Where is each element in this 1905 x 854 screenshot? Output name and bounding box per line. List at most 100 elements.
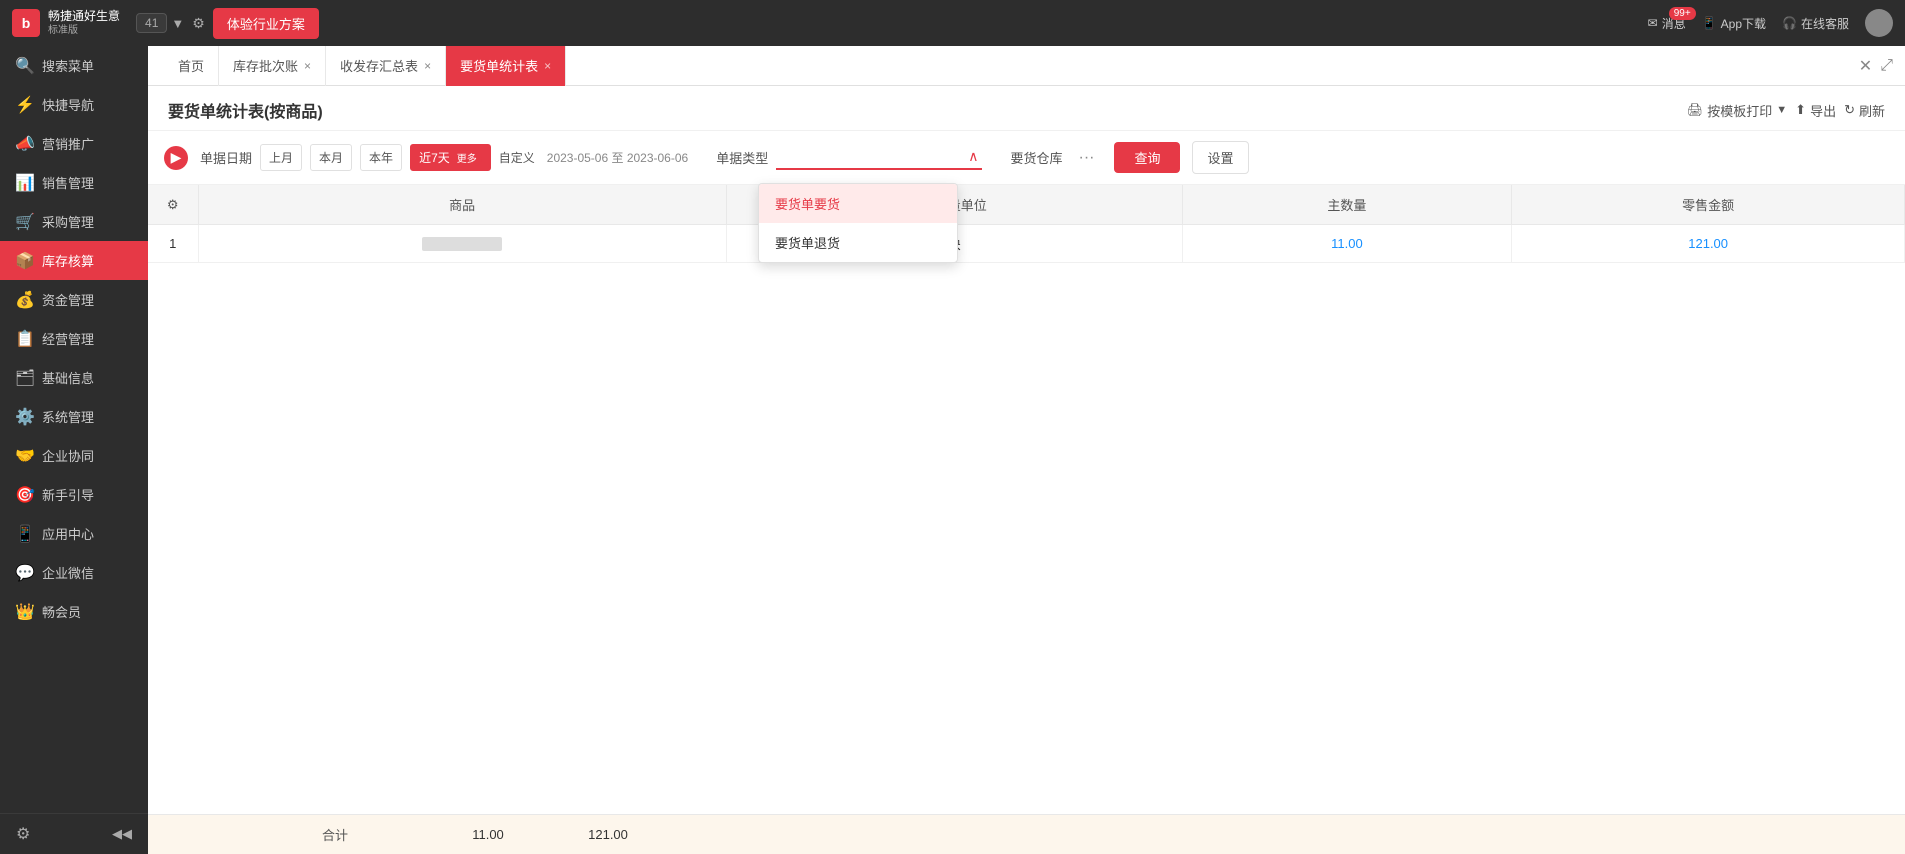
sidebar-item-inventory[interactable]: 📦 库存核算 (0, 241, 148, 280)
sidebar-settings-icon[interactable]: ⚙ (16, 824, 30, 844)
online-service-icon: 🎧 (1782, 16, 1797, 30)
page-header-actions: 🖨 按模板打印 ▼ ⬆ 导出 ↻ 刷新 (1687, 101, 1885, 120)
sidebar-item-system[interactable]: ⚙️ 系统管理 (0, 397, 148, 436)
date-btn-recent7[interactable]: 近7天更多 (410, 144, 491, 171)
app-version: 标准版 (48, 24, 120, 37)
tab-maximize-button[interactable]: ⤢ (1880, 57, 1893, 75)
sidebar-label-operations: 经营管理 (42, 329, 94, 348)
table-footer: 合计 11.00 121.00 (148, 814, 1905, 854)
table-body: 1 块 11.00 121.00 (148, 225, 1905, 263)
date-filter-group: 单据日期 上月 本月 本年 近7天更多 自定义 (200, 144, 535, 171)
dropdown-item-order-goods[interactable]: 要货单要货 (759, 184, 957, 223)
avatar[interactable] (1865, 9, 1893, 37)
tab-extra: ✕ ⤢ (1859, 56, 1905, 76)
trial-button[interactable]: 体验行业方案 (213, 8, 319, 39)
sidebar-label-purchase: 采购管理 (42, 212, 94, 231)
sidebar-item-shortcut[interactable]: ⚡ 快捷导航 (0, 85, 148, 124)
sidebar-item-guide[interactable]: 🎯 新手引导 (0, 475, 148, 514)
sidebar-bottom: ⚙ ◀◀ (0, 813, 148, 854)
export-button[interactable]: ⬆ 导出 (1795, 101, 1836, 120)
app-download-item[interactable]: 📱 App下载 (1702, 15, 1766, 32)
app-center-icon: 📱 (16, 525, 34, 543)
th-amount: 零售金额 (1512, 185, 1905, 225)
tab-home-label: 首页 (178, 56, 204, 75)
date-btn-this-month[interactable]: 本月 (310, 144, 352, 171)
company-dropdown-arrow[interactable]: ▼ (171, 16, 184, 31)
guide-icon: 🎯 (16, 486, 34, 504)
sidebar-collapse-icon[interactable]: ◀◀ (112, 826, 132, 842)
sidebar-label-system: 系统管理 (42, 407, 94, 426)
system-icon: ⚙️ (16, 408, 34, 426)
date-btn-this-year[interactable]: 本年 (360, 144, 402, 171)
tab-home[interactable]: 首页 (164, 46, 219, 86)
refresh-icon: ↻ (1844, 102, 1855, 118)
tab-inventory-batch-close[interactable]: × (304, 59, 311, 73)
message-item[interactable]: ✉ 消息 99+ (1648, 15, 1686, 32)
logo-icon: b (12, 9, 40, 37)
sidebar-label-member: 畅会员 (42, 602, 81, 621)
query-button[interactable]: 查询 (1114, 142, 1180, 173)
tab-order-stats-close[interactable]: × (544, 59, 551, 73)
filter-expand-button[interactable]: ▶ (164, 146, 188, 170)
online-service-item[interactable]: 🎧 在线客服 (1782, 15, 1849, 32)
sidebar-item-search[interactable]: 🔍 搜索菜单 (0, 46, 148, 85)
cell-quantity[interactable]: 11.00 (1182, 225, 1512, 263)
company-id[interactable]: 41 (136, 13, 167, 33)
filter-settings-button[interactable]: 设置 (1192, 141, 1248, 174)
sidebar-item-sales[interactable]: 📊 销售管理 (0, 163, 148, 202)
message-icon: ✉ (1648, 16, 1658, 30)
sidebar-label-basic-info: 基础信息 (42, 368, 94, 387)
refresh-button[interactable]: ↻ 刷新 (1844, 101, 1885, 120)
cell-amount[interactable]: 121.00 (1512, 225, 1905, 263)
print-button[interactable]: 🖨 按模板打印 ▼ (1687, 101, 1787, 120)
sidebar-label-sales: 销售管理 (42, 173, 94, 192)
tab-receive-summary[interactable]: 收发存汇总表 × (326, 46, 446, 86)
sidebar-item-member[interactable]: 👑 畅会员 (0, 592, 148, 631)
type-select-wrapper[interactable]: ∧ (776, 145, 982, 170)
th-settings[interactable]: ⚙ (148, 185, 198, 225)
sidebar-item-basic-info[interactable]: 🗂 基础信息 (0, 358, 148, 397)
sidebar-item-operations[interactable]: 📋 经营管理 (0, 319, 148, 358)
date-custom-btn[interactable]: 自定义 (499, 149, 535, 166)
sidebar-item-purchase[interactable]: 🛒 采购管理 (0, 202, 148, 241)
filter-bar: ▶ 单据日期 上月 本月 本年 近7天更多 自定义 2023-05-06 至 2… (148, 131, 1905, 185)
date-btn-last-month[interactable]: 上月 (260, 144, 302, 171)
purchase-icon: 🛒 (16, 213, 34, 231)
data-table: ⚙ 商品 主计量单位 主数量 零售金额 1 (148, 185, 1905, 263)
basic-info-icon: 🗂 (16, 369, 34, 387)
message-badge: 99+ (1669, 7, 1696, 20)
enterprise-icon: 🤝 (16, 447, 34, 465)
tab-order-stats[interactable]: 要货单统计表 × (446, 46, 566, 86)
sidebar-item-finance[interactable]: 💰 资金管理 (0, 280, 148, 319)
app-name: 畅捷通好生意 (48, 9, 120, 25)
dropdown-item-order-return[interactable]: 要货单退货 (759, 223, 957, 262)
export-icon: ⬆ (1795, 102, 1806, 118)
tab-receive-summary-close[interactable]: × (424, 59, 431, 73)
cell-product (198, 225, 726, 263)
th-quantity: 主数量 (1182, 185, 1512, 225)
sidebar-label-search: 搜索菜单 (42, 56, 94, 75)
type-select-input[interactable] (776, 145, 964, 168)
tab-close-all-button[interactable]: ✕ (1859, 56, 1872, 76)
member-icon: 👑 (16, 603, 34, 621)
finance-icon: 💰 (16, 291, 34, 309)
sidebar-item-marketing[interactable]: 📣 营销推广 (0, 124, 148, 163)
sidebar-label-inventory: 库存核算 (42, 251, 94, 270)
settings-icon[interactable]: ⚙ (192, 15, 205, 32)
footer-label: 合计 (322, 825, 348, 844)
sidebar-item-app-center[interactable]: 📱 应用中心 (0, 514, 148, 553)
sidebar-label-enterprise: 企业协同 (42, 446, 94, 465)
sidebar-item-enterprise[interactable]: 🤝 企业协同 (0, 436, 148, 475)
tab-inventory-batch[interactable]: 库存批次账 × (219, 46, 326, 86)
sidebar-label-enterprise-wechat: 企业微信 (42, 563, 94, 582)
export-label: 导出 (1810, 101, 1836, 120)
top-bar-right: ✉ 消息 99+ 📱 App下载 🎧 在线客服 (1648, 9, 1893, 37)
warehouse-more-btn[interactable]: ··· (1078, 149, 1094, 167)
inventory-icon: 📦 (16, 252, 34, 270)
type-dropdown: 要货单要货 要货单退货 (758, 183, 958, 263)
refresh-label: 刷新 (1859, 101, 1885, 120)
sales-icon: 📊 (16, 174, 34, 192)
sidebar-item-enterprise-wechat[interactable]: 💬 企业微信 (0, 553, 148, 592)
type-select-arrow[interactable]: ∧ (964, 148, 982, 165)
cell-num: 1 (148, 225, 198, 263)
